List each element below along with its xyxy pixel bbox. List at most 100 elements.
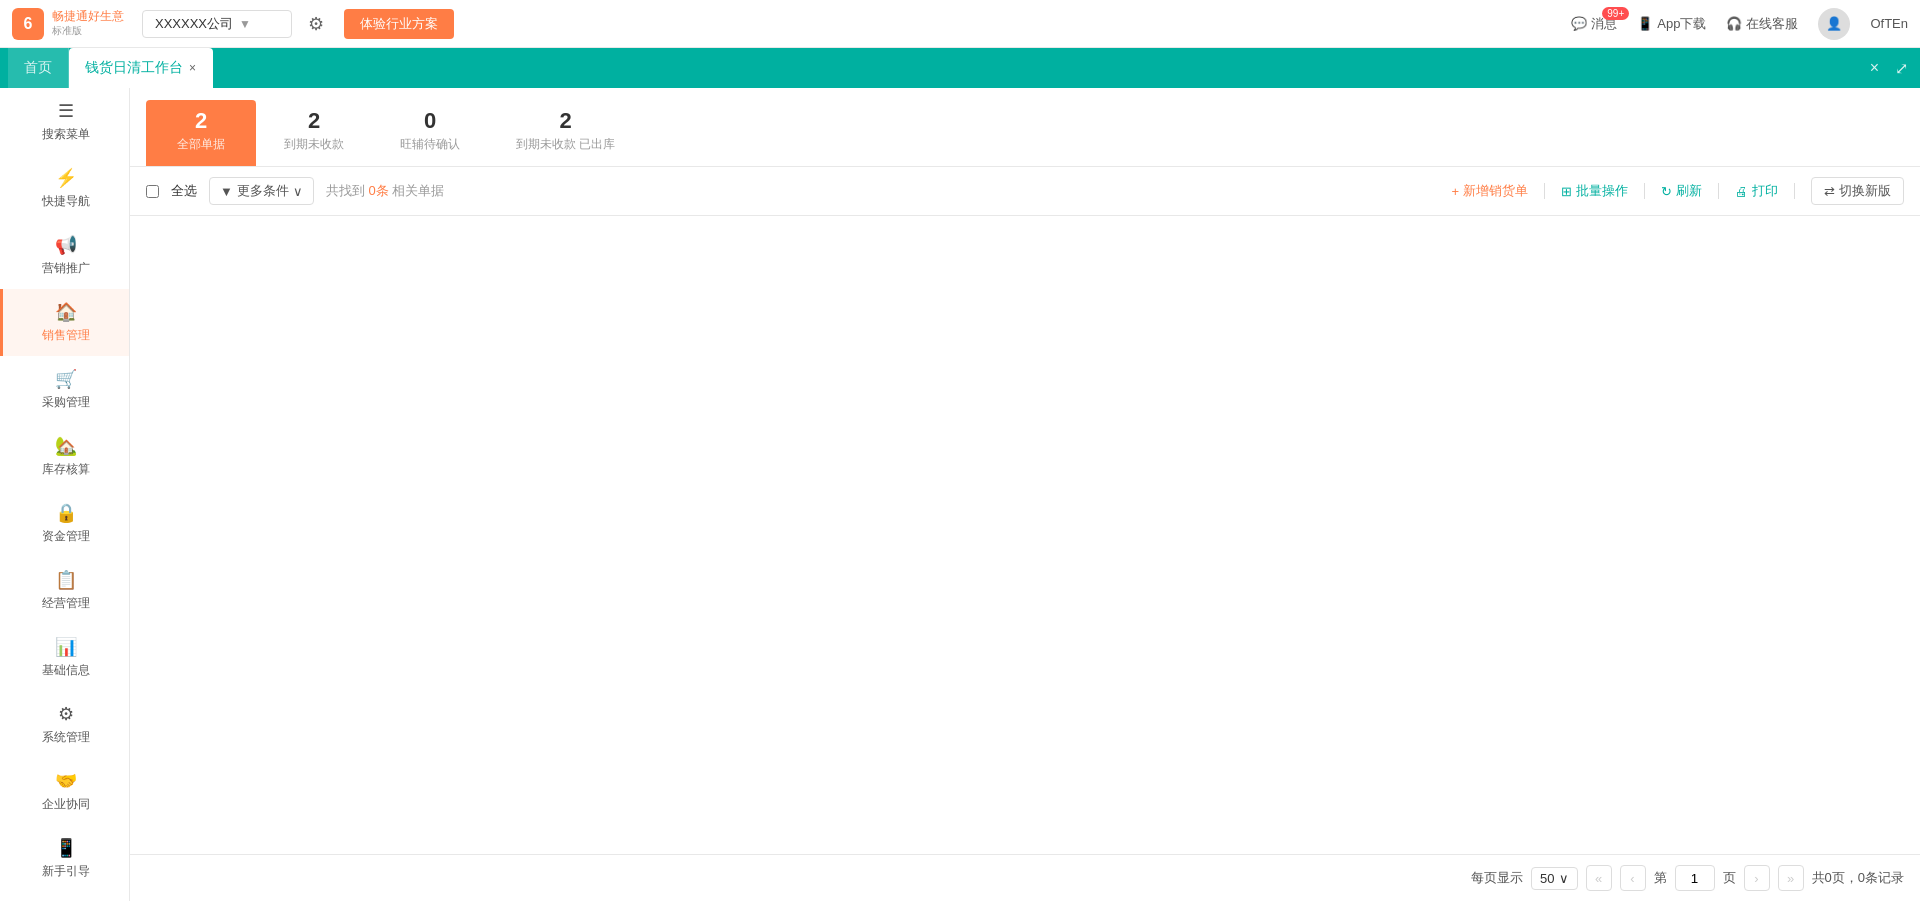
tab-close-window-icon[interactable]: × — [1866, 55, 1883, 81]
purchase-icon: 🛒 — [55, 368, 77, 390]
last-page-icon: » — [1787, 871, 1794, 886]
service-label: 在线客服 — [1746, 15, 1798, 33]
add-label: 新增销货单 — [1463, 182, 1528, 200]
stat-wangwang-num: 0 — [424, 108, 436, 134]
next-page-button[interactable]: › — [1744, 865, 1770, 891]
filter-button[interactable]: ▼ 更多条件 ∨ — [209, 177, 314, 205]
toolbar-divider-1 — [1544, 183, 1545, 199]
trial-button[interactable]: 体验行业方案 — [344, 9, 454, 39]
filter-label: 更多条件 — [237, 182, 289, 200]
logo-area: 6 畅捷通好生意 标准版 — [12, 8, 142, 40]
tab-workbench[interactable]: 钱货日清工作台 × — [69, 48, 213, 88]
tab-home-label: 首页 — [24, 59, 52, 77]
sidebar-item-base-info[interactable]: 📊 基础信息 — [0, 624, 129, 691]
username-label[interactable]: OfTEn — [1870, 16, 1908, 31]
first-page-button[interactable]: « — [1586, 865, 1612, 891]
sales-label: 销售管理 — [42, 327, 90, 344]
message-badge: 99+ — [1602, 7, 1629, 20]
system-label: 系统管理 — [42, 729, 90, 746]
stat-tab-wangwang[interactable]: 0 旺辅待确认 — [372, 100, 488, 166]
app-download-icon: 📱 — [1637, 16, 1653, 31]
print-icon: 🖨 — [1735, 184, 1748, 199]
per-page-arrow: ∨ — [1559, 871, 1569, 886]
toolbar-divider-4 — [1794, 183, 1795, 199]
enterprise-icon: 🤝 — [55, 770, 77, 792]
sidebar-item-finance[interactable]: 🔒 资金管理 — [0, 490, 129, 557]
print-button[interactable]: 🖨 打印 — [1735, 182, 1778, 200]
sidebar-item-app-center[interactable]: 🎁 应用中心 — [0, 892, 129, 901]
total-info: 共0页，0条记录 — [1812, 869, 1904, 887]
add-order-button[interactable]: + 新增销货单 — [1451, 182, 1528, 200]
message-button[interactable]: 💬 消息 99+ — [1571, 15, 1617, 33]
stat-tab-unship[interactable]: 2 到期未收款 已出库 — [488, 100, 643, 166]
stat-overdue-label: 到期未收款 — [284, 136, 344, 153]
beginner-icon: 📱 — [55, 837, 77, 859]
stat-all-num: 2 — [195, 108, 207, 134]
sidebar-item-enterprise[interactable]: 🤝 企业协同 — [0, 758, 129, 825]
header-right: 💬 消息 99+ 📱 App下载 🎧 在线客服 👤 OfTEn — [1571, 8, 1908, 40]
prev-page-icon: ‹ — [1630, 871, 1634, 886]
quick-nav-icon: ⚡ — [55, 167, 77, 189]
avatar[interactable]: 👤 — [1818, 8, 1850, 40]
refresh-icon: ↻ — [1661, 184, 1672, 199]
system-icon: ⚙ — [58, 703, 74, 725]
prev-page-button[interactable]: ‹ — [1620, 865, 1646, 891]
settings-icon: ⚙ — [308, 13, 324, 35]
page-label: 第 — [1654, 869, 1667, 887]
stat-unship-label: 到期未收款 已出库 — [516, 136, 615, 153]
found-text: 共找到 0条 相关单据 — [326, 182, 444, 200]
app-version: 标准版 — [52, 24, 124, 38]
batch-icon: ⊞ — [1561, 184, 1572, 199]
online-service-button[interactable]: 🎧 在线客服 — [1726, 15, 1798, 33]
sidebar-item-beginner[interactable]: 📱 新手引导 — [0, 825, 129, 892]
tab-close-icon[interactable]: × — [189, 61, 196, 75]
switch-version-button[interactable]: ⇄ 切换新版 — [1811, 177, 1904, 205]
stat-tab-overdue[interactable]: 2 到期未收款 — [256, 100, 372, 166]
page-suffix: 页 — [1723, 869, 1736, 887]
filter-icon: ▼ — [220, 184, 233, 199]
toolbar-divider-3 — [1718, 183, 1719, 199]
app-download-label: App下载 — [1657, 15, 1706, 33]
stat-tab-all[interactable]: 2 全部单据 — [146, 100, 256, 166]
quick-nav-label: 快捷导航 — [42, 193, 90, 210]
batch-operation-button[interactable]: ⊞ 批量操作 — [1561, 182, 1628, 200]
nav-tabs-right: × ⤢ — [1866, 55, 1912, 82]
marketing-icon: 📢 — [55, 234, 77, 256]
stat-all-label: 全部单据 — [177, 136, 225, 153]
sales-icon: 🏠 — [55, 301, 77, 323]
per-page-select[interactable]: 50 ∨ — [1531, 867, 1577, 890]
print-label: 打印 — [1752, 182, 1778, 200]
base-info-label: 基础信息 — [42, 662, 90, 679]
refresh-button[interactable]: ↻ 刷新 — [1661, 182, 1702, 200]
finance-label: 资金管理 — [42, 528, 90, 545]
sidebar-item-quick-nav[interactable]: ⚡ 快捷导航 — [0, 155, 129, 222]
pagination: 每页显示 50 ∨ « ‹ 第 页 › » 共0页，0条记录 — [130, 854, 1920, 901]
switch-icon: ⇄ — [1824, 184, 1835, 199]
sidebar-item-search-menu[interactable]: ☰ 搜索菜单 — [0, 88, 129, 155]
tab-home[interactable]: 首页 — [8, 48, 69, 88]
sidebar-item-system[interactable]: ⚙ 系统管理 — [0, 691, 129, 758]
tab-expand-icon[interactable]: ⤢ — [1891, 55, 1912, 82]
sidebar-item-sales[interactable]: 🏠 销售管理 — [0, 289, 129, 356]
select-all-checkbox[interactable] — [146, 185, 159, 198]
operations-icon: 📋 — [55, 569, 77, 591]
first-page-icon: « — [1595, 871, 1602, 886]
sidebar-item-marketing[interactable]: 📢 营销推广 — [0, 222, 129, 289]
per-page-label: 每页显示 — [1471, 869, 1523, 887]
enterprise-label: 企业协同 — [42, 796, 90, 813]
sidebar-item-purchase[interactable]: 🛒 采购管理 — [0, 356, 129, 423]
company-selector[interactable]: XXXXXX公司 ▼ — [142, 10, 292, 38]
settings-button[interactable]: ⚙ — [300, 8, 332, 40]
next-page-icon: › — [1754, 871, 1758, 886]
sidebar-item-inventory[interactable]: 🏡 库存核算 — [0, 423, 129, 490]
sidebar-item-operations[interactable]: 📋 经营管理 — [0, 557, 129, 624]
last-page-button[interactable]: » — [1778, 865, 1804, 891]
batch-label: 批量操作 — [1576, 182, 1628, 200]
sidebar: ☰ 搜索菜单 ⚡ 快捷导航 📢 营销推广 🏠 销售管理 🛒 采购管理 🏡 库存核… — [0, 88, 130, 901]
app-download-button[interactable]: 📱 App下载 — [1637, 15, 1706, 33]
tab-workbench-label: 钱货日清工作台 — [85, 59, 183, 77]
page-number-input[interactable] — [1675, 865, 1715, 891]
nav-tabs: 首页 钱货日清工作台 × × ⤢ — [0, 48, 1920, 88]
finance-icon: 🔒 — [55, 502, 77, 524]
stat-unship-num: 2 — [560, 108, 572, 134]
